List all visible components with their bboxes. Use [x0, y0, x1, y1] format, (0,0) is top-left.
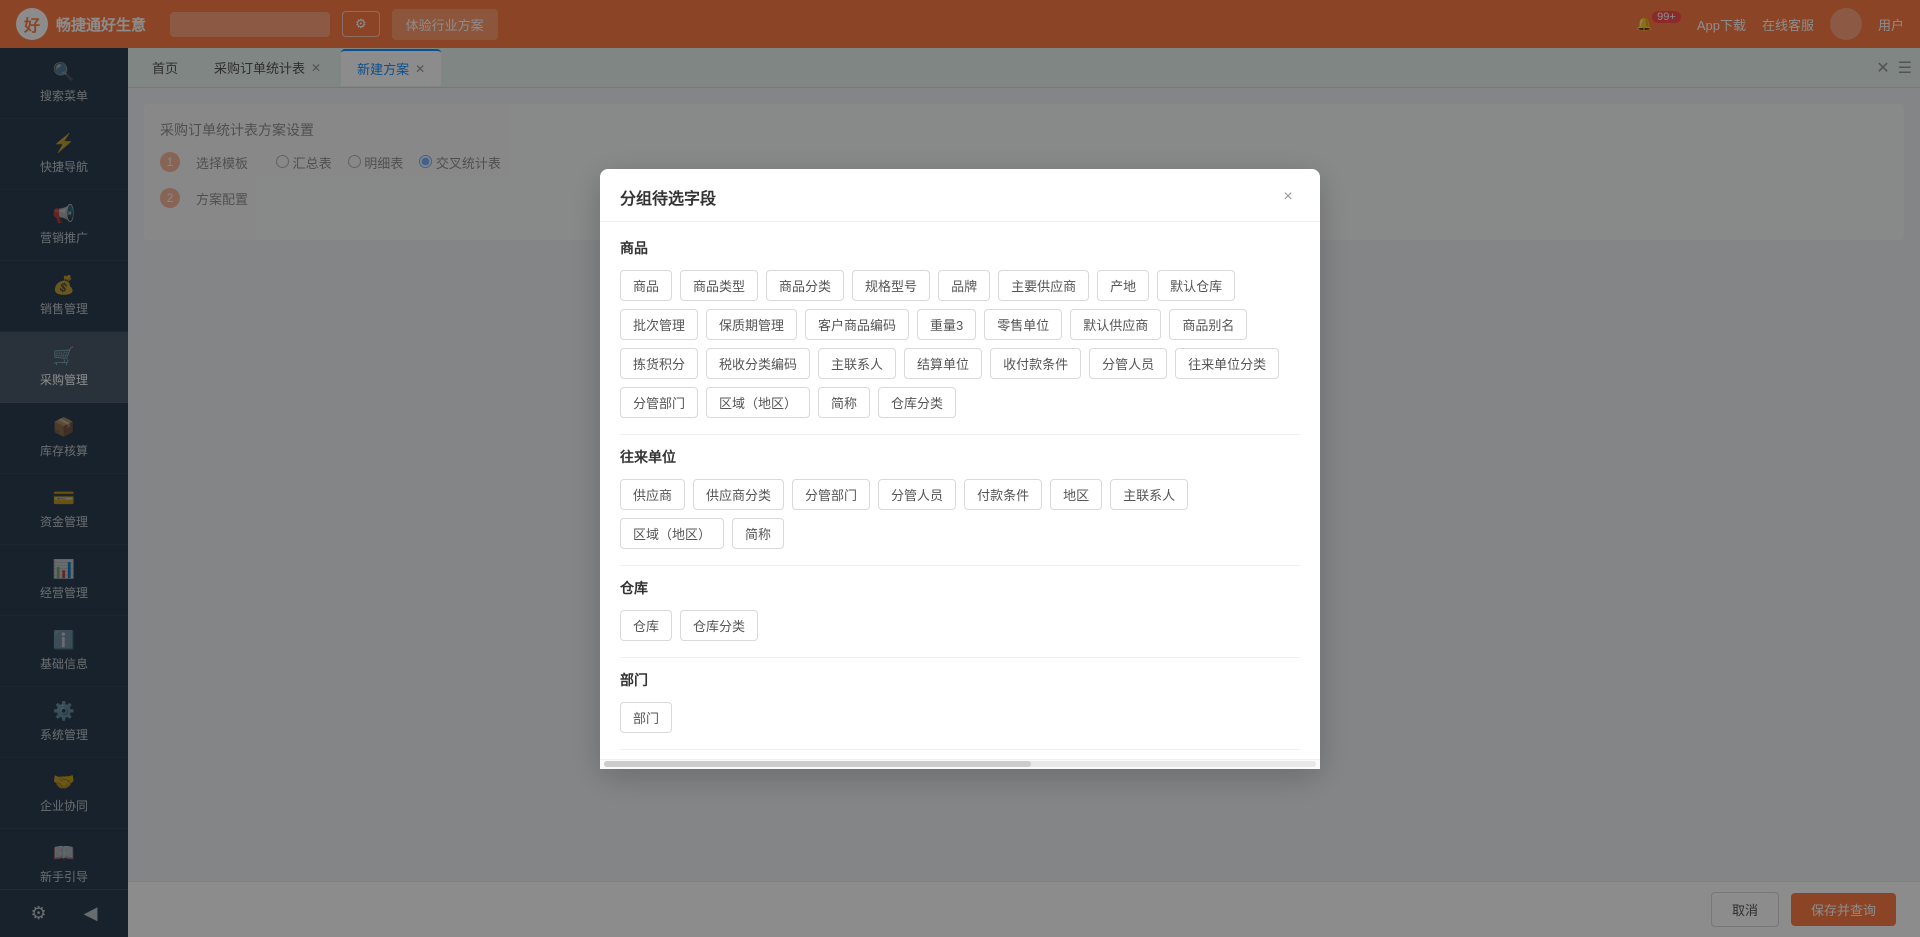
section-title-0: 商品: [620, 238, 1300, 258]
modal-overlay[interactable]: 分组待选字段 × 商品商品商品类型商品分类规格型号品牌主要供应商产地默认仓库批次…: [0, 0, 1920, 937]
field-tag-0-17[interactable]: 主联系人: [818, 348, 896, 379]
field-tag-0-3[interactable]: 规格型号: [852, 270, 930, 301]
divider-1: [620, 565, 1300, 566]
divider-0: [620, 434, 1300, 435]
field-tag-0-20[interactable]: 分管人员: [1089, 348, 1167, 379]
field-tag-0-8[interactable]: 批次管理: [620, 309, 698, 340]
horizontal-scrollbar-thumb: [604, 761, 1031, 767]
section-title-2: 仓库: [620, 578, 1300, 598]
field-tag-0-14[interactable]: 商品别名: [1169, 309, 1247, 340]
field-tag-2-0[interactable]: 仓库: [620, 610, 672, 641]
field-tag-0-10[interactable]: 客户商品编码: [805, 309, 909, 340]
section-fields-0: 商品商品类型商品分类规格型号品牌主要供应商产地默认仓库批次管理保质期管理客户商品…: [620, 270, 1300, 418]
field-tag-0-15[interactable]: 拣货积分: [620, 348, 698, 379]
field-tag-0-18[interactable]: 结算单位: [904, 348, 982, 379]
field-tag-0-19[interactable]: 收付款条件: [990, 348, 1081, 379]
field-tag-0-16[interactable]: 税收分类编码: [706, 348, 810, 379]
field-tag-1-8[interactable]: 简称: [732, 518, 784, 549]
field-tag-0-1[interactable]: 商品类型: [680, 270, 758, 301]
field-tag-0-9[interactable]: 保质期管理: [706, 309, 797, 340]
section-fields-1: 供应商供应商分类分管部门分管人员付款条件地区主联系人区域（地区） 简称: [620, 479, 1300, 549]
modal-close-button[interactable]: ×: [1276, 185, 1300, 209]
field-tag-0-0[interactable]: 商品: [620, 270, 672, 301]
field-tag-0-7[interactable]: 默认仓库: [1157, 270, 1235, 301]
field-tag-0-12[interactable]: 零售单位: [984, 309, 1062, 340]
field-tag-3-0[interactable]: 部门: [620, 702, 672, 733]
field-tag-0-22[interactable]: 分管部门: [620, 387, 698, 418]
modal-dialog: 分组待选字段 × 商品商品商品类型商品分类规格型号品牌主要供应商产地默认仓库批次…: [600, 169, 1320, 769]
modal-footer-scroll: [600, 759, 1320, 768]
field-tag-1-6[interactable]: 主联系人: [1110, 479, 1188, 510]
section-title-3: 部门: [620, 670, 1300, 690]
modal-header: 分组待选字段 ×: [600, 169, 1320, 222]
field-tag-0-4[interactable]: 品牌: [938, 270, 990, 301]
divider-3: [620, 749, 1300, 750]
field-tag-1-7[interactable]: 区域（地区）: [620, 518, 724, 549]
divider-2: [620, 657, 1300, 658]
field-tag-0-13[interactable]: 默认供应商: [1070, 309, 1161, 340]
field-tag-0-25[interactable]: 仓库分类: [878, 387, 956, 418]
field-tag-2-1[interactable]: 仓库分类: [680, 610, 758, 641]
field-tag-1-1[interactable]: 供应商分类: [693, 479, 784, 510]
field-tag-0-2[interactable]: 商品分类: [766, 270, 844, 301]
field-tag-1-4[interactable]: 付款条件: [964, 479, 1042, 510]
horizontal-scrollbar[interactable]: [604, 761, 1316, 767]
field-tag-1-0[interactable]: 供应商: [620, 479, 685, 510]
section-title-1: 往来单位: [620, 447, 1300, 467]
section-fields-2: 仓库仓库分类: [620, 610, 1300, 641]
section-fields-3: 部门: [620, 702, 1300, 733]
field-tag-0-5[interactable]: 主要供应商: [998, 270, 1089, 301]
field-tag-1-2[interactable]: 分管部门: [792, 479, 870, 510]
field-tag-0-11[interactable]: 重量3: [917, 309, 976, 340]
modal-title: 分组待选字段: [620, 185, 716, 209]
field-tag-1-3[interactable]: 分管人员: [878, 479, 956, 510]
modal-body: 商品商品商品类型商品分类规格型号品牌主要供应商产地默认仓库批次管理保质期管理客户…: [600, 222, 1320, 760]
field-tag-1-5[interactable]: 地区: [1050, 479, 1102, 510]
field-tag-0-6[interactable]: 产地: [1097, 270, 1149, 301]
field-tag-0-21[interactable]: 往来单位分类: [1175, 348, 1279, 379]
field-tag-0-23[interactable]: 区域（地区）: [706, 387, 810, 418]
field-tag-0-24[interactable]: 简称: [818, 387, 870, 418]
